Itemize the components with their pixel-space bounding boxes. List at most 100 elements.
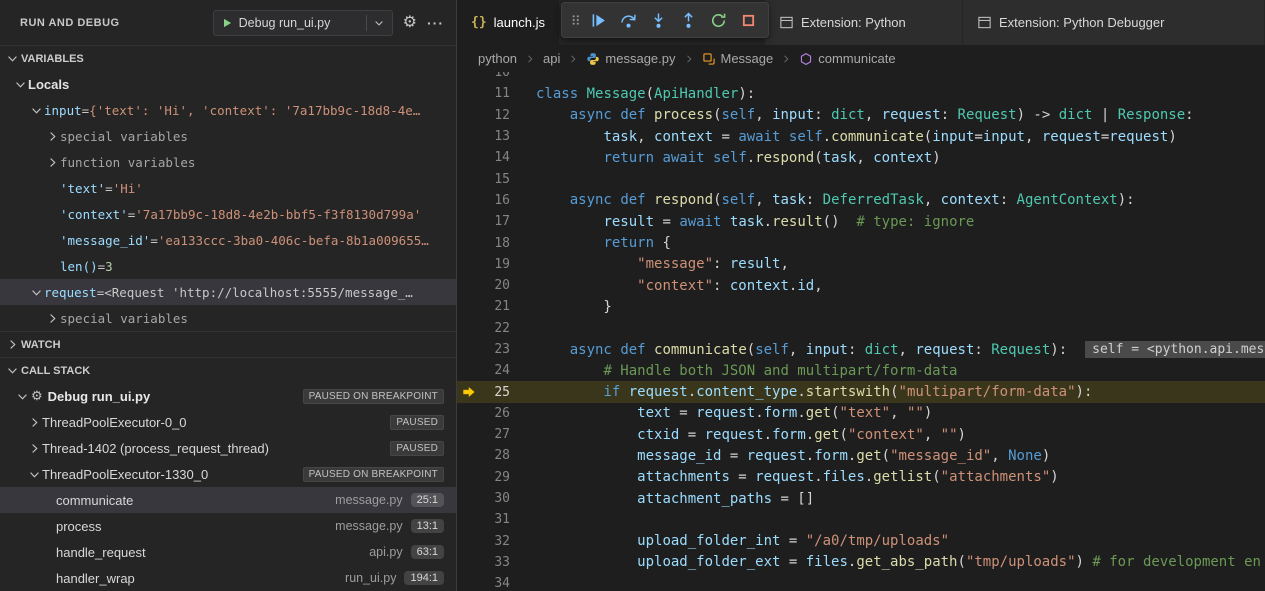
call-stack-frame[interactable]: process message.py 13:1: [0, 513, 456, 539]
variable-row[interactable]: function variables: [0, 149, 456, 175]
twistie-icon[interactable]: [14, 388, 30, 404]
variable-row[interactable]: 'message_id' = 'ea133ccc-3ba0-406c-befa-…: [0, 227, 456, 253]
code-line[interactable]: 27 ctxid = request.form.get("context", "…: [457, 424, 1265, 445]
line-number[interactable]: 10: [480, 72, 510, 80]
line-number[interactable]: 28: [480, 448, 510, 463]
variable-row[interactable]: Locals: [0, 71, 456, 97]
line-number[interactable]: 12: [480, 108, 510, 123]
twistie-icon[interactable]: [44, 154, 60, 170]
code-line[interactable]: 29 attachments = request.files.getlist("…: [457, 467, 1265, 488]
line-number[interactable]: 19: [480, 257, 510, 272]
code-line[interactable]: 11 class Message(ApiHandler):: [457, 83, 1265, 104]
code-line[interactable]: 26 text = request.form.get("text", ""): [457, 403, 1265, 424]
line-number[interactable]: 21: [480, 299, 510, 314]
breadcrumb-item[interactable]: communicate: [799, 51, 896, 66]
twistie-icon[interactable]: [28, 102, 44, 118]
call-stack-frame[interactable]: communicate message.py 25:1: [0, 487, 456, 513]
drag-handle-icon[interactable]: [567, 6, 583, 34]
variable-row[interactable]: request = <Request 'http://localhost:555…: [0, 279, 456, 305]
breadcrumb-item[interactable]: api: [543, 51, 560, 66]
twistie-icon[interactable]: [4, 337, 20, 353]
twistie-icon[interactable]: [12, 76, 28, 92]
line-number[interactable]: 33: [480, 555, 510, 570]
code-line[interactable]: 34: [457, 573, 1265, 591]
call-stack-session[interactable]: ⚙ Debug run_ui.py PAUSED ON BREAKPOINT: [0, 383, 456, 409]
stop-button[interactable]: [734, 6, 763, 35]
variable-row[interactable]: special variables: [0, 123, 456, 149]
line-number[interactable]: 14: [480, 150, 510, 165]
twistie-icon[interactable]: [44, 310, 60, 326]
watch-section-header[interactable]: WATCH: [0, 331, 456, 357]
code-line[interactable]: 16 async def respond(self, task: Deferre…: [457, 190, 1265, 211]
call-stack-thread[interactable]: ThreadPoolExecutor-0_0 PAUSED: [0, 409, 456, 435]
code-line[interactable]: 28 message_id = request.form.get("messag…: [457, 445, 1265, 466]
code-line[interactable]: 21 }: [457, 296, 1265, 317]
code-line[interactable]: 25 if request.content_type.startswith("m…: [457, 381, 1265, 403]
debug-config-dropdown[interactable]: Debug run_ui.py: [212, 9, 393, 36]
call-stack-thread[interactable]: ThreadPoolExecutor-1330_0 PAUSED ON BREAK…: [0, 461, 456, 487]
code-line[interactable]: 24 # Handle both JSON and multipart/form…: [457, 360, 1265, 381]
variable-row[interactable]: special variables: [0, 305, 456, 331]
line-number[interactable]: 27: [480, 427, 510, 442]
code-line[interactable]: 12 async def process(self, input: dict, …: [457, 105, 1265, 126]
step-into-button[interactable]: [644, 6, 673, 35]
variables-section-header[interactable]: VARIABLES: [0, 45, 456, 71]
line-number[interactable]: 29: [480, 470, 510, 485]
call-stack-frame[interactable]: handle_request api.py 63:1: [0, 539, 456, 565]
line-number[interactable]: 22: [480, 321, 510, 336]
code-line[interactable]: 18 return {: [457, 232, 1265, 253]
line-number[interactable]: 24: [480, 363, 510, 378]
code-line[interactable]: 10: [457, 72, 1265, 83]
variable-row[interactable]: input = {'text': 'Hi', 'context': '7a17b…: [0, 97, 456, 123]
line-number[interactable]: 16: [480, 193, 510, 208]
restart-button[interactable]: [704, 6, 733, 35]
code-line[interactable]: 31: [457, 509, 1265, 530]
breadcrumb-item[interactable]: message.py: [586, 51, 676, 66]
call-stack-thread[interactable]: Thread-1402 (process_request_thread) PAUS…: [0, 435, 456, 461]
code-line[interactable]: 14 return await self.respond(task, conte…: [457, 147, 1265, 168]
twistie-icon[interactable]: [44, 128, 60, 144]
code-editor[interactable]: 10 11 class Message(ApiHandler): 12 async d…: [457, 72, 1265, 591]
line-number[interactable]: 15: [480, 172, 510, 187]
step-out-button[interactable]: [674, 6, 703, 35]
code-line[interactable]: 13 task, context = await self.communicat…: [457, 126, 1265, 147]
twistie-icon[interactable]: [26, 414, 42, 430]
continue-button[interactable]: [584, 6, 613, 35]
tab-extension-python-debugger[interactable]: Extension: Python Debugger: [962, 0, 1265, 45]
start-debug-icon[interactable]: [221, 17, 233, 29]
line-number[interactable]: 32: [480, 534, 510, 549]
line-number[interactable]: 26: [480, 406, 510, 421]
variable-row[interactable]: len() = 3: [0, 253, 456, 279]
line-number[interactable]: 18: [480, 236, 510, 251]
line-number[interactable]: 34: [480, 576, 510, 591]
twistie-icon[interactable]: [4, 363, 20, 379]
line-number[interactable]: 25: [480, 385, 510, 400]
line-number[interactable]: 13: [480, 129, 510, 144]
twistie-icon[interactable]: [26, 440, 42, 456]
call-stack-section-header[interactable]: CALL STACK: [0, 357, 456, 383]
current-line-arrow-icon[interactable]: [457, 385, 480, 399]
code-line[interactable]: 30 attachment_paths = []: [457, 488, 1265, 509]
code-line[interactable]: 23 async def communicate(self, input: di…: [457, 339, 1265, 360]
tab-launch-json[interactable]: {} launch.js: [457, 0, 560, 45]
line-number[interactable]: 31: [480, 512, 510, 527]
variable-row[interactable]: 'text' = 'Hi': [0, 175, 456, 201]
line-number[interactable]: 20: [480, 278, 510, 293]
code-line[interactable]: 22: [457, 318, 1265, 339]
tab-extension-python[interactable]: Extension: Python: [764, 0, 963, 45]
code-line[interactable]: 15: [457, 168, 1265, 189]
call-stack-frame[interactable]: handler_wrap run_ui.py 194:1: [0, 565, 456, 591]
line-number[interactable]: 17: [480, 214, 510, 229]
chevron-down-icon[interactable]: [365, 14, 385, 31]
twistie-icon[interactable]: [4, 51, 20, 67]
code-line[interactable]: 33 upload_folder_ext = files.get_abs_pat…: [457, 552, 1265, 573]
line-number[interactable]: 23: [480, 342, 510, 357]
twistie-icon[interactable]: [28, 284, 44, 300]
code-line[interactable]: 32 upload_folder_int = "/a0/tmp/uploads": [457, 531, 1265, 552]
breadcrumb-item[interactable]: Message: [702, 51, 773, 66]
more-actions-icon[interactable]: ···: [427, 16, 444, 30]
line-number[interactable]: 11: [480, 86, 510, 101]
variable-row[interactable]: 'context' = '7a17bb9c-18d8-4e2b-bbf5-f3f…: [0, 201, 456, 227]
code-line[interactable]: 19 "message": result,: [457, 254, 1265, 275]
code-line[interactable]: 20 "context": context.id,: [457, 275, 1265, 296]
